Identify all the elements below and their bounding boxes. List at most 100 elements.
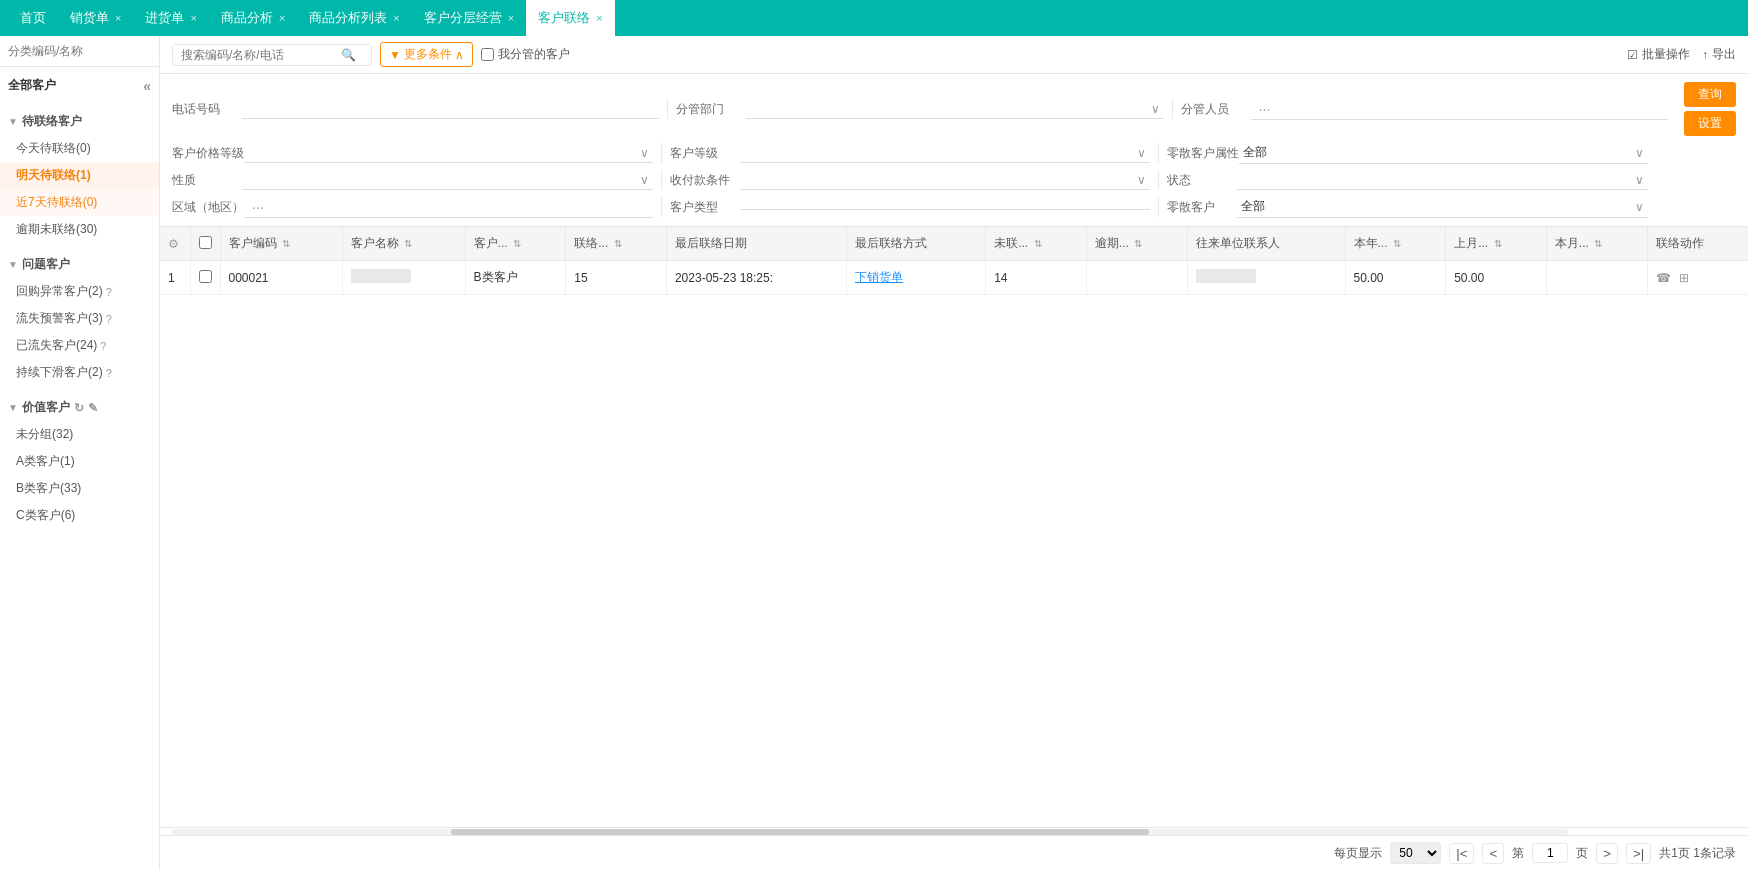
chevron-down-icon: ∨ <box>640 146 649 160</box>
nature-select[interactable]: ∨ <box>242 171 653 190</box>
th-code[interactable]: 客户编码 ⇅ <box>220 227 343 261</box>
reset-button[interactable]: 设置 <box>1684 111 1736 136</box>
value-section-header[interactable]: ▼ 价值客户 ↻ ✎ <box>0 394 159 421</box>
scrollbar-thumb[interactable] <box>451 829 1149 835</box>
filter-price-level: 客户价格等级 ∨ <box>172 144 653 163</box>
search-input[interactable] <box>181 48 341 62</box>
close-icon[interactable]: × <box>115 12 121 24</box>
triangle-icon: ▼ <box>8 116 18 127</box>
pagination: 每页显示 50 100 |< < 第 页 > >| 共1页 1条记录 <box>160 835 1748 870</box>
edit-icon[interactable]: ✎ <box>88 401 98 415</box>
th-category[interactable]: 客户... ⇅ <box>465 227 566 261</box>
select-all-checkbox[interactable] <box>199 236 212 249</box>
nav-product-analysis-list[interactable]: 商品分析列表 × <box>297 0 411 36</box>
customer-table: ⚙ 客户编码 ⇅ 客户名称 ⇅ <box>160 227 1748 295</box>
customer-type-select[interactable] <box>740 205 1151 210</box>
row-checkbox[interactable] <box>199 270 212 283</box>
close-icon[interactable]: × <box>393 12 399 24</box>
sidebar-item-class-a[interactable]: A类客户(1) <box>0 448 159 475</box>
nav-home[interactable]: 首页 <box>8 0 58 36</box>
sidebar-item-overdue[interactable]: 逾期未联络(30) <box>0 216 159 243</box>
my-customer-input[interactable] <box>481 48 494 61</box>
th-name[interactable]: 客户名称 ⇅ <box>343 227 466 261</box>
th-last-contact-date[interactable]: 最后联络日期 <box>666 227 846 261</box>
manager-select[interactable]: ··· <box>1251 99 1668 120</box>
export-button[interactable]: ↑ 导出 <box>1702 46 1736 63</box>
cell-code: 000021 <box>220 261 343 295</box>
dept-select[interactable]: ∨ <box>746 100 1163 119</box>
gear-icon[interactable]: ⚙ <box>168 237 179 251</box>
help-icon[interactable]: ? <box>106 286 112 298</box>
chevron-down-icon: ∨ <box>1635 173 1644 187</box>
th-last-contact-method[interactable]: 最后联络方式 <box>846 227 985 261</box>
th-last-month[interactable]: 上月... ⇅ <box>1446 227 1547 261</box>
sidebar-item-declining[interactable]: 持续下滑客户(2) ? <box>0 359 159 386</box>
ellipsis-icon[interactable]: ··· <box>252 199 264 215</box>
close-icon[interactable]: × <box>508 12 514 24</box>
problem-section-header[interactable]: ▼ 问题客户 <box>0 251 159 278</box>
help-icon[interactable]: ? <box>106 367 112 379</box>
last-contact-method-link[interactable]: 下销货单 <box>855 270 903 284</box>
th-overdue[interactable]: 逾期... ⇅ <box>1086 227 1187 261</box>
all-customers-header[interactable]: 全部客户 « <box>0 71 159 100</box>
sidebar-item-abnormal-repurchase[interactable]: 回购异常客户(2) ? <box>0 278 159 305</box>
payment-select[interactable]: ∨ <box>740 171 1151 190</box>
sidebar-item-today[interactable]: 今天待联络(0) <box>0 135 159 162</box>
th-contact-person[interactable]: 往来单位联系人 <box>1187 227 1345 261</box>
pending-section-header[interactable]: ▼ 待联络客户 <box>0 108 159 135</box>
last-page-button[interactable]: >| <box>1626 843 1651 864</box>
horizontal-scrollbar[interactable] <box>160 827 1748 835</box>
help-icon[interactable]: ? <box>106 313 112 325</box>
th-uncontacted[interactable]: 未联... ⇅ <box>986 227 1087 261</box>
my-customer-checkbox[interactable]: 我分管的客户 <box>481 46 570 63</box>
help-icon[interactable]: ? <box>100 340 106 352</box>
th-this-month[interactable]: 本月... ⇅ <box>1546 227 1647 261</box>
sidebar-item-class-b[interactable]: B类客户(33) <box>0 475 159 502</box>
first-page-button[interactable]: |< <box>1449 843 1474 864</box>
sidebar-item-tomorrow[interactable]: 明天待联络(1) <box>0 162 159 189</box>
sidebar-search-area: 🔍 <box>0 36 159 67</box>
more-filter-button[interactable]: ▼ 更多条件 ∧ <box>380 42 473 67</box>
retail-select[interactable]: 全部 ∨ <box>1237 196 1648 218</box>
filter-action-buttons: 查询 设置 <box>1684 82 1736 136</box>
more-action-icon[interactable]: ⊞ <box>1679 271 1689 285</box>
retail-attr-select[interactable]: 全部 ∨ <box>1239 142 1648 164</box>
chevron-down-icon: ∨ <box>1137 173 1146 187</box>
sidebar-item-churned[interactable]: 已流失客户(24) ? <box>0 332 159 359</box>
sidebar-item-7days[interactable]: 近7天待联络(0) <box>0 189 159 216</box>
search-button[interactable]: 🔍 <box>341 48 356 62</box>
refresh-icon[interactable]: ↻ <box>74 401 84 415</box>
next-page-button[interactable]: > <box>1596 843 1618 864</box>
nav-product-analysis[interactable]: 商品分析 × <box>209 0 297 36</box>
query-button[interactable]: 查询 <box>1684 82 1736 107</box>
nav-sales-order[interactable]: 销货单 × <box>58 0 133 36</box>
cell-this-year: 50.00 <box>1345 261 1446 295</box>
close-icon[interactable]: × <box>190 12 196 24</box>
current-page-input[interactable] <box>1532 843 1568 863</box>
contact-action-icon[interactable]: ☎ <box>1656 271 1671 285</box>
sidebar-item-churn-warning[interactable]: 流失预警客户(3) ? <box>0 305 159 332</box>
page-label-2: 页 <box>1576 845 1588 862</box>
nav-customer-segmentation[interactable]: 客户分层经营 × <box>412 0 526 36</box>
filter-region: 区域（地区） ··· <box>172 197 653 218</box>
filter-panel: 电话号码 分管部门 ∨ 分管人员 ··· <box>160 74 1748 227</box>
prev-page-button[interactable]: < <box>1482 843 1504 864</box>
phone-input[interactable] <box>242 100 659 119</box>
close-icon[interactable]: × <box>596 12 602 24</box>
page-size-select[interactable]: 50 100 <box>1390 842 1441 864</box>
th-contact-count[interactable]: 联络... ⇅ <box>566 227 667 261</box>
status-select[interactable]: ∨ <box>1237 171 1648 190</box>
checkbox-icon: ☑ <box>1627 48 1638 62</box>
ellipsis-icon[interactable]: ··· <box>1259 101 1271 117</box>
price-level-select[interactable]: ∨ <box>244 144 653 163</box>
customer-level-select[interactable]: ∨ <box>740 144 1151 163</box>
sidebar-item-class-c[interactable]: C类客户(6) <box>0 502 159 529</box>
nav-customer-contact[interactable]: 客户联络 × <box>526 0 614 36</box>
batch-action-button[interactable]: ☑ 批量操作 <box>1627 46 1690 63</box>
th-this-year[interactable]: 本年... ⇅ <box>1345 227 1446 261</box>
nav-purchase-order[interactable]: 进货单 × <box>133 0 208 36</box>
sidebar-item-ungrouped[interactable]: 未分组(32) <box>0 421 159 448</box>
region-select[interactable]: ··· <box>244 197 653 218</box>
close-icon[interactable]: × <box>279 12 285 24</box>
sidebar-search-input[interactable] <box>8 44 158 58</box>
